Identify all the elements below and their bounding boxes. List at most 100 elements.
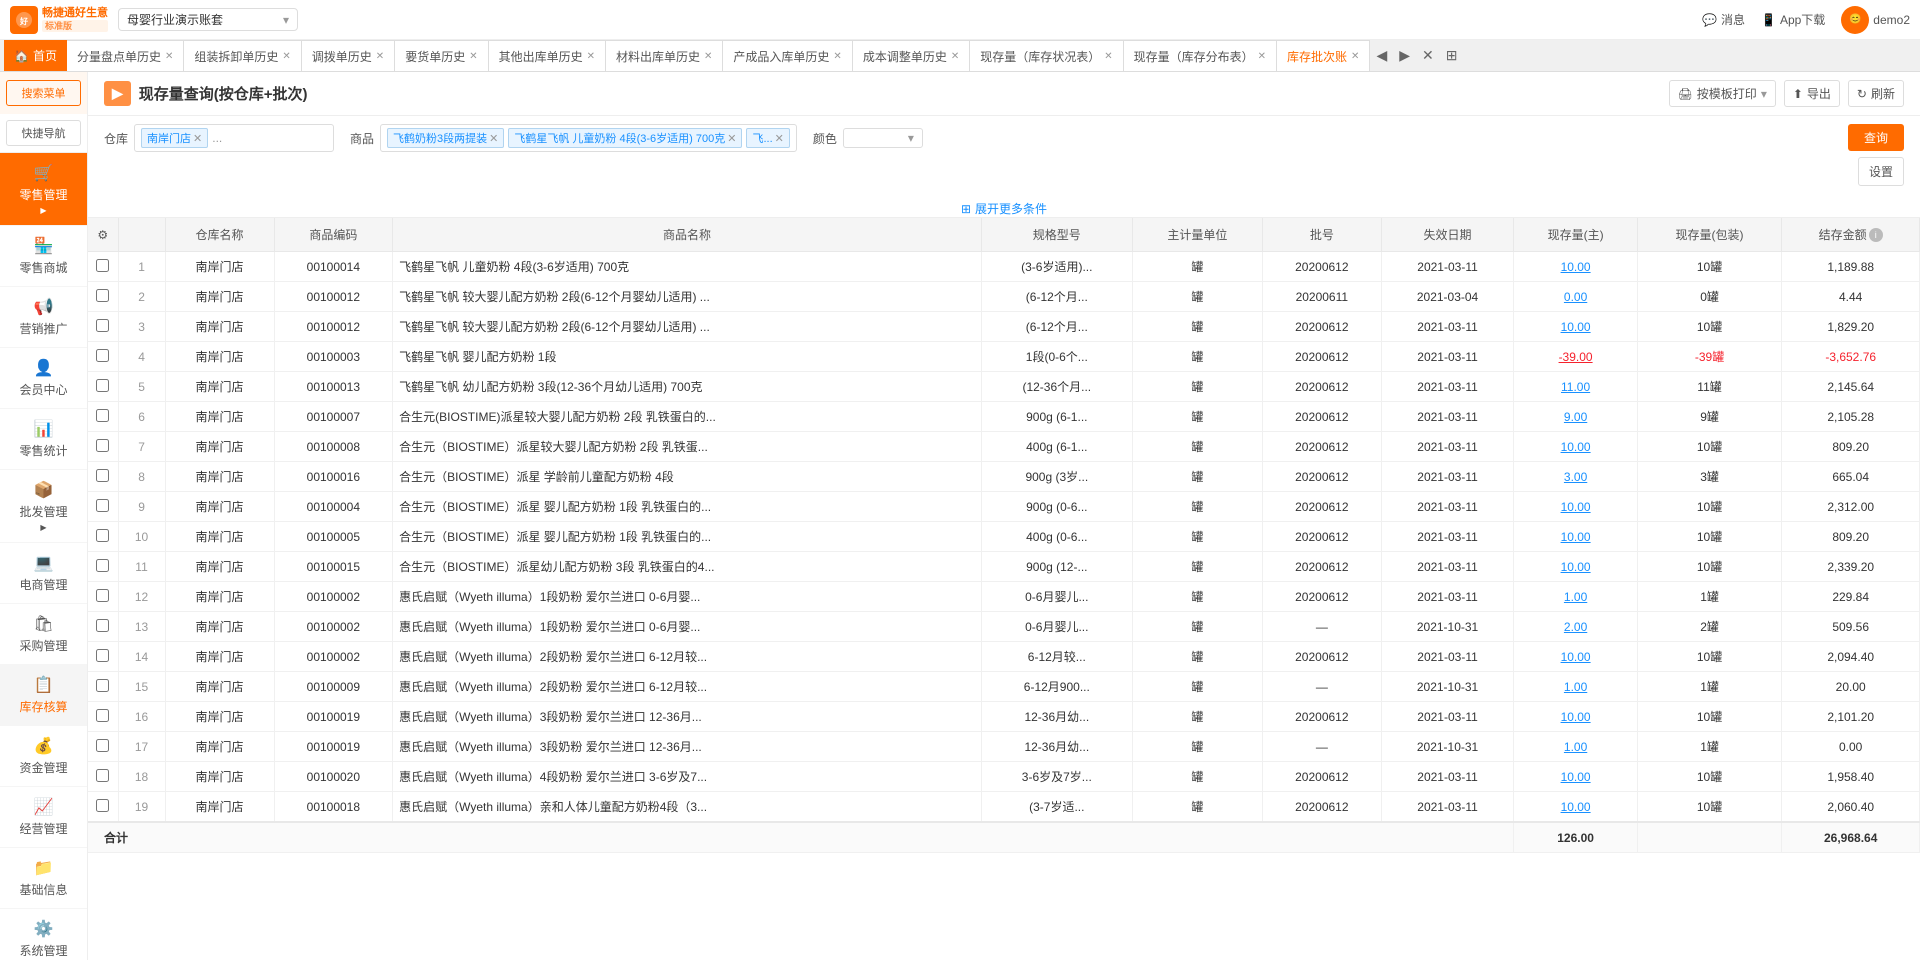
qty-main-link[interactable]: 9.00 (1564, 410, 1587, 424)
qty-main-link[interactable]: 10.00 (1561, 320, 1591, 334)
tab-close-all[interactable]: ✕ (1416, 40, 1440, 72)
quick-nav-btn[interactable]: 快捷导航 (6, 120, 81, 146)
warehouse-tag-remove[interactable]: ✕ (193, 132, 202, 145)
sidebar-item-retail-mall[interactable]: 🏪 零售商城 (0, 226, 87, 287)
row-checkbox[interactable] (96, 589, 109, 602)
product-tag-3-remove[interactable]: ✕ (775, 132, 784, 145)
expand-panel-btn[interactable]: ▶ (104, 81, 131, 106)
tab-batch-voucher-close[interactable]: ✕ (1351, 51, 1359, 62)
company-selector[interactable]: 母婴行业演示账套 ▾ (118, 8, 298, 31)
tab-nav-left[interactable]: ◀ (1370, 40, 1393, 72)
sidebar-item-ecommerce[interactable]: 💻 电商管理 (0, 543, 87, 604)
sidebar-item-finance[interactable]: 💰 资金管理 (0, 726, 87, 787)
qty-main-link[interactable]: 2.00 (1564, 620, 1587, 634)
tab-material-out[interactable]: 材料出库单历史 ✕ (606, 40, 723, 72)
template-print-btn[interactable]: 🖨 按模板打印 ▾ (1669, 80, 1776, 107)
qty-main-link[interactable]: 10.00 (1561, 650, 1591, 664)
qty-main-link[interactable]: 10.00 (1561, 560, 1591, 574)
settings-icon[interactable]: ⚙ (97, 228, 108, 242)
product-tag-2-remove[interactable]: ✕ (727, 132, 736, 145)
row-checkbox[interactable] (96, 259, 109, 272)
refresh-btn[interactable]: ↻ 刷新 (1848, 80, 1904, 107)
row-checkbox[interactable] (96, 499, 109, 512)
tab-home[interactable]: 🏠 首页 (4, 40, 67, 72)
product-input[interactable]: 飞鹤奶粉3段两提装 ✕ 飞鹤星飞帆 儿童奶粉 4段(3-6岁适用) 700克 ✕… (380, 124, 797, 152)
qty-main-link[interactable]: 11.00 (1561, 380, 1590, 394)
sidebar-item-operation[interactable]: 📈 经营管理 (0, 787, 87, 848)
warehouse-more-dots[interactable]: ... (212, 131, 222, 145)
qty-main-link[interactable]: 10.00 (1561, 800, 1591, 814)
sidebar-item-retail-stat[interactable]: 📊 零售统计 (0, 409, 87, 470)
user-profile[interactable]: 😊 demo2 (1841, 6, 1910, 34)
row-checkbox[interactable] (96, 319, 109, 332)
settings-btn[interactable]: 设置 (1858, 157, 1904, 186)
row-checkbox[interactable] (96, 799, 109, 812)
tab-inventory-status-close[interactable]: ✕ (1104, 51, 1112, 62)
search-menu-btn[interactable]: 搜索菜单 (6, 80, 81, 106)
tab-other-out[interactable]: 其他出库单历史 ✕ (489, 40, 606, 72)
tab-borrow-close[interactable]: ✕ (469, 51, 477, 62)
row-checkbox[interactable] (96, 529, 109, 542)
tab-other-out-close[interactable]: ✕ (587, 51, 595, 62)
row-checkbox[interactable] (96, 769, 109, 782)
app-download-btn[interactable]: 📱 App下载 (1761, 11, 1825, 28)
row-checkbox[interactable] (96, 349, 109, 362)
tab-product-in[interactable]: 产成品入库单历史 ✕ (723, 40, 852, 72)
qty-main-link[interactable]: 10.00 (1561, 710, 1591, 724)
qty-main-link[interactable]: 1.00 (1564, 680, 1587, 694)
row-checkbox[interactable] (96, 649, 109, 662)
row-checkbox[interactable] (96, 289, 109, 302)
tab-expand[interactable]: ⊞ (1440, 40, 1464, 72)
qty-main-link[interactable]: -39.00 (1559, 350, 1593, 364)
qty-main-link[interactable]: 10.00 (1561, 500, 1591, 514)
tab-transfer[interactable]: 调拨单历史 ✕ (302, 40, 395, 72)
qty-main-link[interactable]: 10.00 (1561, 440, 1591, 454)
color-input[interactable]: ▾ (843, 128, 923, 148)
row-checkbox[interactable] (96, 559, 109, 572)
export-btn[interactable]: ⬆ 导出 (1784, 80, 1840, 107)
tab-inventory-dist[interactable]: 现存量（库存分布表） ✕ (1124, 40, 1277, 72)
tab-cost-adjust[interactable]: 成本调整单历史 ✕ (853, 40, 970, 72)
tab-cost-adjust-close[interactable]: ✕ (951, 51, 959, 62)
warehouse-input[interactable]: 南岸门店 ✕ ... (134, 124, 334, 152)
tab-inventory-status[interactable]: 现存量（库存状况表） ✕ (970, 40, 1123, 72)
qty-main-link[interactable]: 10.00 (1561, 260, 1591, 274)
qty-main-link[interactable]: 0.00 (1564, 290, 1587, 304)
row-checkbox[interactable] (96, 439, 109, 452)
messages-btn[interactable]: 💬 消息 (1702, 11, 1745, 28)
qty-main-link[interactable]: 3.00 (1564, 470, 1587, 484)
sidebar-item-marketing[interactable]: 📢 营销推广 (0, 287, 87, 348)
sidebar-item-retail-mgmt[interactable]: 🛒 零售管理 ▶ (0, 153, 87, 226)
row-checkbox[interactable] (96, 469, 109, 482)
row-checkbox[interactable] (96, 619, 109, 632)
balance-info-icon[interactable]: i (1869, 228, 1883, 242)
row-checkbox[interactable] (96, 739, 109, 752)
sidebar-item-inventory[interactable]: 📋 库存核算 (0, 665, 87, 726)
tab-split-inventory-close[interactable]: ✕ (165, 51, 173, 62)
qty-main-link[interactable]: 1.00 (1564, 590, 1587, 604)
qty-main-link[interactable]: 10.00 (1561, 530, 1591, 544)
tab-borrow[interactable]: 要货单历史 ✕ (395, 40, 488, 72)
tab-inventory-dist-close[interactable]: ✕ (1258, 51, 1266, 62)
expand-more-conditions[interactable]: ⊞ 展开更多条件 (88, 200, 1920, 217)
sidebar-item-basic[interactable]: 📁 基础信息 (0, 848, 87, 909)
sidebar-item-member[interactable]: 👤 会员中心 (0, 348, 87, 409)
row-checkbox[interactable] (96, 409, 109, 422)
tab-disassemble-close[interactable]: ✕ (282, 51, 290, 62)
tab-product-in-close[interactable]: ✕ (833, 51, 841, 62)
sidebar-item-purchase[interactable]: 🛍 采购管理 (0, 604, 87, 665)
qty-main-link[interactable]: 1.00 (1564, 740, 1587, 754)
product-tag-1-remove[interactable]: ✕ (489, 132, 498, 145)
tab-batch-voucher[interactable]: 库存批次账 ✕ (1277, 40, 1370, 72)
tab-disassemble[interactable]: 组装拆卸单历史 ✕ (184, 40, 301, 72)
qty-main-link[interactable]: 10.00 (1561, 770, 1591, 784)
tab-split-inventory[interactable]: 分量盘点单历史 ✕ (67, 40, 184, 72)
row-checkbox[interactable] (96, 709, 109, 722)
row-checkbox[interactable] (96, 379, 109, 392)
tab-material-out-close[interactable]: ✕ (704, 51, 712, 62)
tab-transfer-close[interactable]: ✕ (376, 51, 384, 62)
row-checkbox[interactable] (96, 679, 109, 692)
query-btn[interactable]: 查询 (1848, 124, 1904, 151)
sidebar-item-wholesale[interactable]: 📦 批发管理 ▶ (0, 470, 87, 543)
sidebar-item-system[interactable]: ⚙️ 系统管理 (0, 909, 87, 960)
